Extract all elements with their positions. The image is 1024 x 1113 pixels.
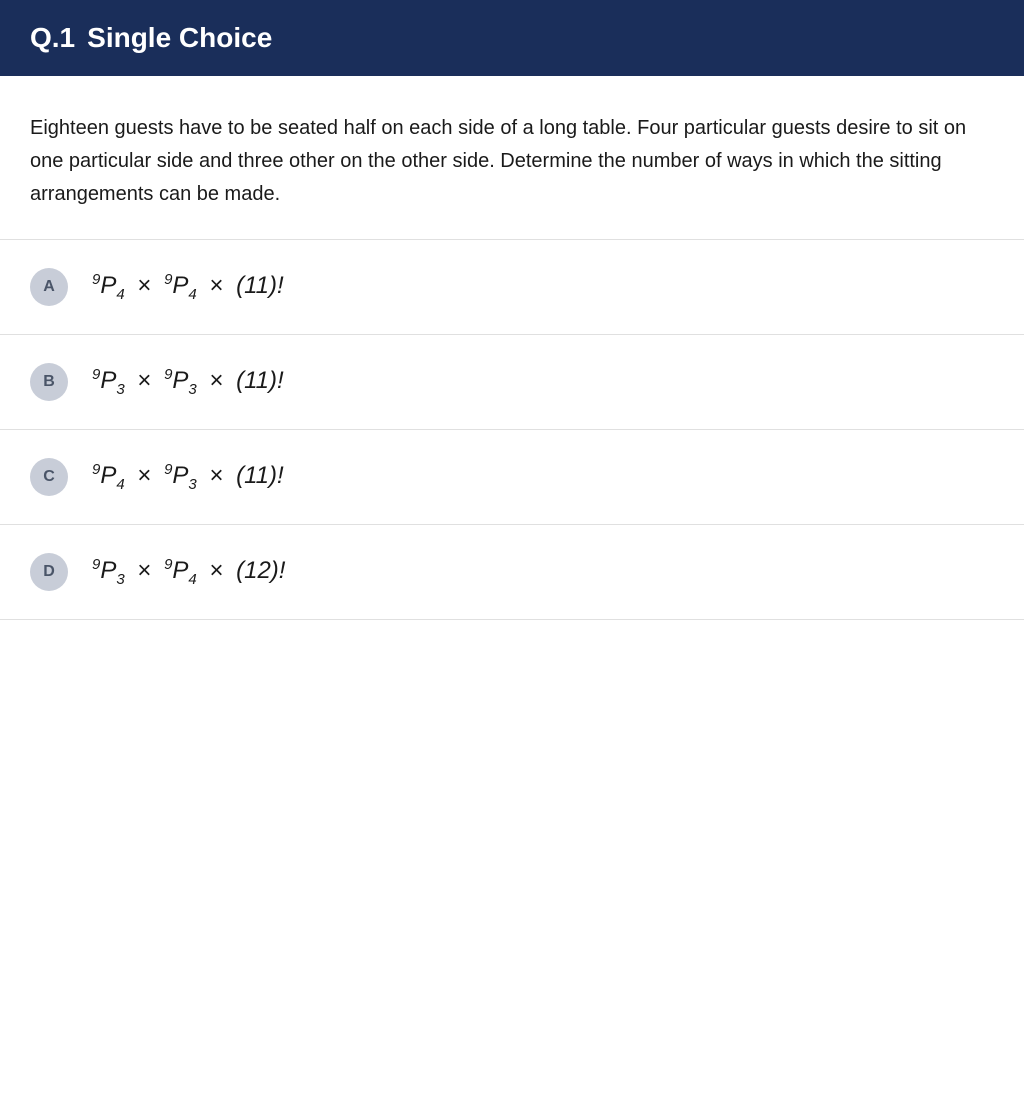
option-b-formula: 9P3 × 9P3 × (11)! — [92, 366, 284, 398]
option-a[interactable]: A 9P4 × 9P4 × (11)! — [0, 240, 1024, 335]
question-type: Single Choice — [87, 22, 272, 54]
question-number: Q.1 — [30, 22, 75, 54]
option-b[interactable]: B 9P3 × 9P3 × (11)! — [0, 335, 1024, 430]
option-c[interactable]: C 9P4 × 9P3 × (11)! — [0, 430, 1024, 525]
question-text: Eighteen guests have to be seated half o… — [30, 112, 994, 211]
options-list: A 9P4 × 9P4 × (11)! B 9P3 × 9P3 × (11)! … — [0, 240, 1024, 620]
option-d-badge: D — [30, 553, 68, 591]
option-b-badge: B — [30, 363, 68, 401]
option-c-badge: C — [30, 458, 68, 496]
option-d[interactable]: D 9P3 × 9P4 × (12)! — [0, 525, 1024, 620]
question-section: Eighteen guests have to be seated half o… — [0, 76, 1024, 240]
question-header: Q.1 Single Choice — [0, 0, 1024, 76]
option-a-badge: A — [30, 268, 68, 306]
option-c-formula: 9P4 × 9P3 × (11)! — [92, 461, 284, 493]
option-a-formula: 9P4 × 9P4 × (11)! — [92, 271, 284, 303]
option-d-formula: 9P3 × 9P4 × (12)! — [92, 556, 285, 588]
